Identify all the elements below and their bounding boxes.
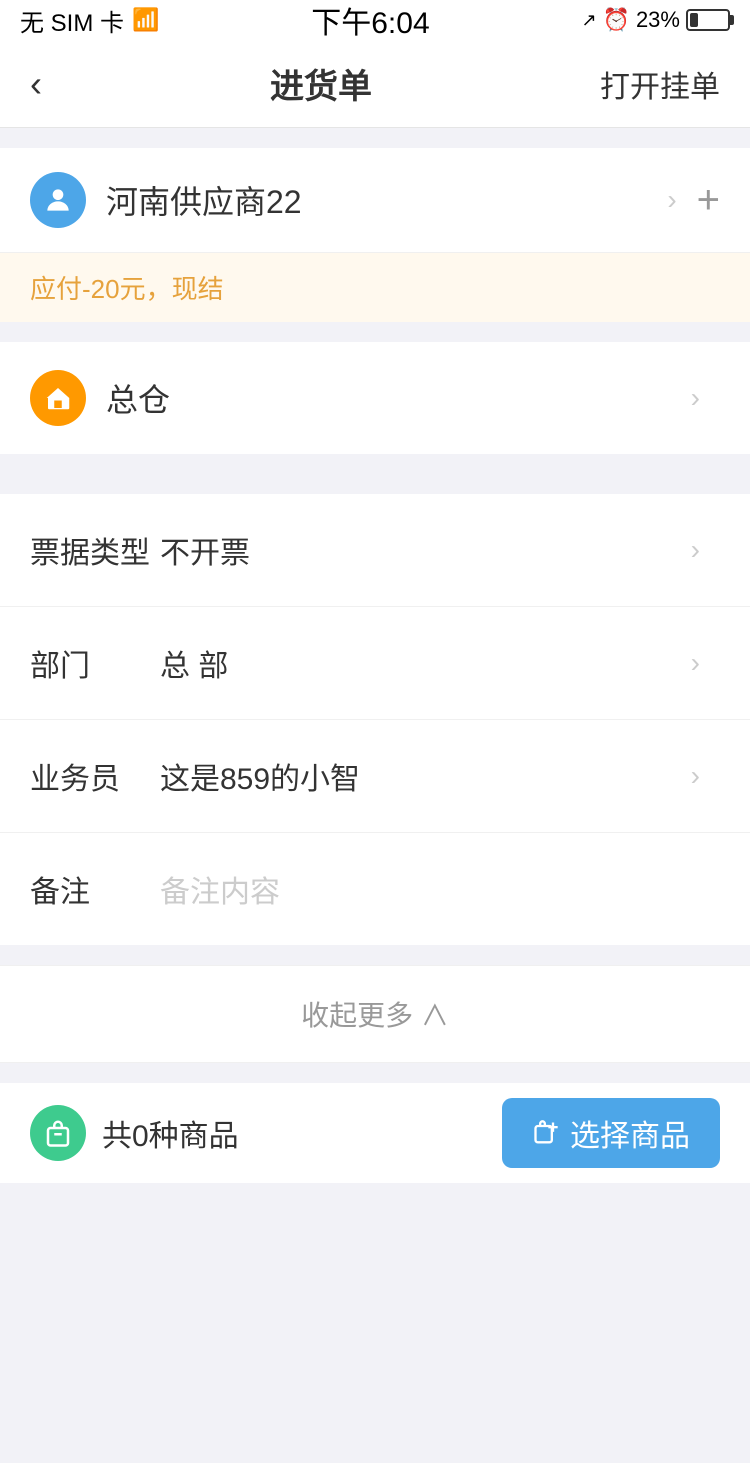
person-icon [42,184,74,216]
invoice-chevron-icon: › [691,534,700,566]
status-carrier: 无 SIM 卡 📶 [20,3,159,38]
warehouse-row[interactable]: 总仓 › [0,342,750,454]
supplier-notice: 应付-20元，现结 [0,253,750,322]
status-right-area: ↗ ⏰ 23% [581,7,730,33]
remark-label: 备注 [30,867,160,911]
status-bar: 无 SIM 卡 📶 下午6:04 ↗ ⏰ 23% [0,0,750,40]
goods-icon-circle [30,1105,86,1161]
goods-count-area: 共0种商品 [30,1105,239,1161]
remark-input[interactable]: 备注内容 [160,867,720,911]
bottom-background [0,1183,750,1463]
invoice-row[interactable]: 票据类型 不开票 › [0,494,750,607]
invoice-value: 不开票 [160,528,691,572]
add-supplier-button[interactable]: + [697,180,720,220]
select-goods-label: 选择商品 [570,1111,690,1155]
goods-count-text: 共0种商品 [102,1111,239,1155]
supplier-chevron-icon: › [667,184,676,216]
warehouse-card[interactable]: 总仓 › [0,342,750,454]
supplier-name: 河南供应商22 [106,177,667,223]
salesman-row[interactable]: 业务员 这是859的小智 › [0,720,750,833]
supplier-card: 河南供应商22 › + 应付-20元，现结 [0,148,750,322]
gap-1 [0,128,750,148]
battery-percent: 23% [636,7,680,33]
nav-bar: ‹ 进货单 打开挂单 [0,40,750,128]
warehouse-label: 总仓 [106,375,691,421]
remark-row[interactable]: 备注 备注内容 [0,833,750,945]
shopping-bag-icon [43,1118,73,1148]
page-title: 进货单 [270,59,372,108]
alarm-icon: ⏰ [603,7,630,33]
gap-2 [0,322,750,342]
invoice-label: 票据类型 [30,528,160,572]
status-time: 下午6:04 [311,0,429,42]
department-value: 总 部 [160,641,691,685]
select-goods-button[interactable]: 选择商品 [502,1098,720,1168]
department-label: 部门 [30,641,160,685]
location-icon: ↗ [581,10,596,31]
home-icon [43,383,73,413]
gap-3 [0,454,750,474]
battery-icon [686,9,730,31]
supplier-avatar [30,172,86,228]
open-pending-button[interactable]: 打开挂单 [600,62,720,106]
warehouse-chevron-icon: › [691,382,700,414]
department-row[interactable]: 部门 总 部 › [0,607,750,720]
bottom-bar: 共0种商品 选择商品 [0,1083,750,1183]
form-section: 票据类型 不开票 › 部门 总 部 › 业务员 这是859的小智 › 备注 备注… [0,494,750,945]
warehouse-icon-circle [30,370,86,426]
carrier-text: 无 SIM 卡 [20,3,124,38]
battery-fill [690,13,698,27]
salesman-label: 业务员 [30,754,160,798]
wifi-icon: 📶 [132,7,159,33]
department-chevron-icon: › [691,647,700,679]
back-button[interactable]: ‹ [30,63,42,105]
salesman-value: 这是859的小智 [160,754,691,798]
salesman-chevron-icon: › [691,760,700,792]
supplier-row[interactable]: 河南供应商22 › + [0,148,750,253]
collapse-button[interactable]: 收起更多 ∧ [0,965,750,1063]
select-goods-icon [532,1119,560,1147]
